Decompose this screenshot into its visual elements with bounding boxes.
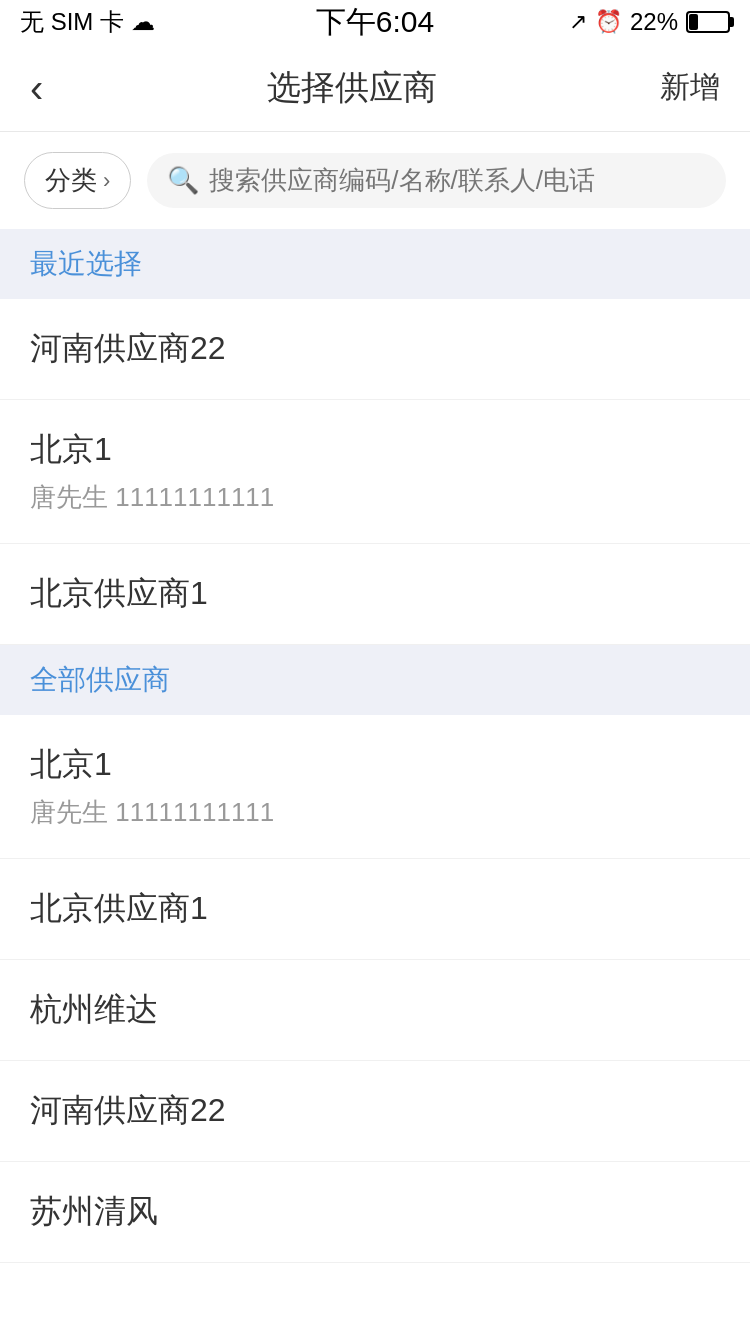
- battery-percent: 22%: [630, 8, 678, 36]
- recent-list-item[interactable]: 北京供应商1: [0, 544, 750, 645]
- search-icon: 🔍: [167, 165, 199, 196]
- recent-list-item[interactable]: 北京1 唐先生 11111111111: [0, 400, 750, 544]
- all-list-item[interactable]: 河南供应商22: [0, 1061, 750, 1162]
- location-icon: ↗: [569, 9, 587, 35]
- item-name: 北京1: [30, 743, 720, 787]
- item-name: 河南供应商22: [30, 327, 720, 371]
- all-list-item[interactable]: 北京1 唐先生 11111111111: [0, 715, 750, 859]
- item-sub: 唐先生 11111111111: [30, 480, 720, 515]
- item-name: 苏州清风: [30, 1190, 720, 1234]
- all-list-item[interactable]: 杭州维达: [0, 960, 750, 1061]
- all-list-item[interactable]: 苏州清风: [0, 1162, 750, 1263]
- search-box[interactable]: 🔍: [147, 153, 726, 208]
- nav-title: 选择供应商: [267, 65, 437, 111]
- category-filter[interactable]: 分类 ›: [24, 152, 131, 209]
- search-input[interactable]: [209, 165, 706, 196]
- item-name: 河南供应商22: [30, 1089, 720, 1133]
- sim-status: 无 SIM 卡 ☁: [20, 6, 155, 38]
- battery-icon: [686, 11, 730, 33]
- recent-items-list: 河南供应商22 北京1 唐先生 11111111111 北京供应商1: [0, 299, 750, 645]
- chevron-right-icon: ›: [103, 168, 110, 194]
- item-name: 北京供应商1: [30, 887, 720, 931]
- nav-bar: ‹ 选择供应商 新增: [0, 44, 750, 132]
- recent-list-item[interactable]: 河南供应商22: [0, 299, 750, 400]
- item-name: 北京供应商1: [30, 572, 720, 616]
- category-label: 分类: [45, 163, 97, 198]
- status-time: 下午6:04: [316, 2, 434, 43]
- back-button[interactable]: ‹: [30, 68, 43, 108]
- item-name: 杭州维达: [30, 988, 720, 1032]
- filter-bar: 分类 › 🔍: [0, 132, 750, 229]
- all-list-item[interactable]: 北京供应商1: [0, 859, 750, 960]
- all-section-label: 全部供应商: [30, 664, 170, 695]
- status-left: 无 SIM 卡 ☁: [20, 6, 155, 38]
- all-section-header: 全部供应商: [0, 645, 750, 715]
- all-items-list: 北京1 唐先生 11111111111 北京供应商1 杭州维达河南供应商22 苏州清风: [0, 715, 750, 1263]
- status-bar: 无 SIM 卡 ☁ 下午6:04 ↗ ⏰ 22%: [0, 0, 750, 44]
- item-name: 北京1: [30, 428, 720, 472]
- recent-section-header: 最近选择: [0, 229, 750, 299]
- recent-section-label: 最近选择: [30, 248, 142, 279]
- alarm-icon: ⏰: [595, 9, 622, 35]
- add-button[interactable]: 新增: [660, 67, 720, 108]
- status-right: ↗ ⏰ 22%: [569, 8, 730, 36]
- item-sub: 唐先生 11111111111: [30, 795, 720, 830]
